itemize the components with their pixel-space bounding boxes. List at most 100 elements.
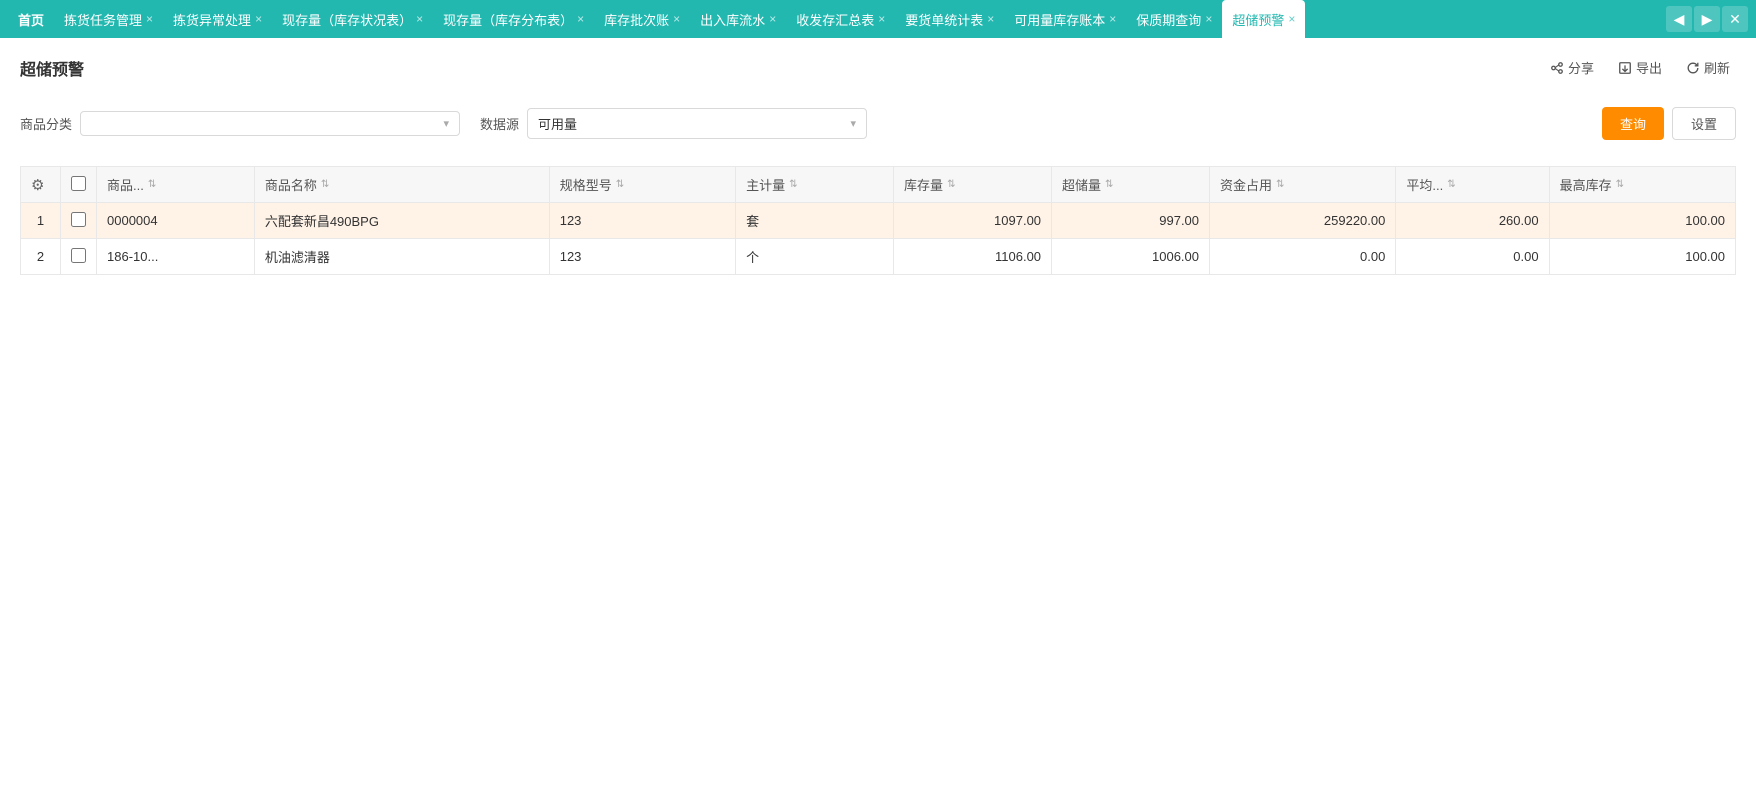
col-sort-overstock-qty[interactable]: 超储量 ⇅	[1062, 175, 1199, 194]
nav-item-available-book[interactable]: 可用量库存账本 ×	[1004, 0, 1126, 38]
row-product-code: 186-10...	[97, 239, 255, 275]
nav-close-recv-send-summary[interactable]: ×	[878, 12, 885, 26]
nav-item-home[interactable]: 首页	[8, 0, 54, 38]
row-overstock-qty: 1006.00	[1052, 239, 1210, 275]
data-source-chevron-icon: ▾	[851, 117, 857, 130]
row-avg-price: 260.00	[1396, 203, 1549, 239]
col-sort-capital-occupied[interactable]: 资金占用 ⇅	[1220, 175, 1385, 194]
nav-close-overstock-alert[interactable]: ×	[1288, 12, 1295, 26]
export-button[interactable]: 导出	[1612, 54, 1668, 81]
sort-icon-capital-occupied: ⇅	[1276, 179, 1284, 190]
col-sort-avg-price[interactable]: 平均... ⇅	[1406, 175, 1538, 194]
row-overstock-qty: 997.00	[1052, 203, 1210, 239]
nav-close-inout-flow[interactable]: ×	[769, 12, 776, 26]
data-source-label: 数据源	[480, 114, 519, 133]
sort-icon-stock-qty: ⇅	[947, 179, 955, 190]
sort-icon-overstock-qty: ⇅	[1105, 179, 1113, 190]
col-header-product-name: 商品名称 ⇅	[254, 167, 549, 203]
nav-prev-button[interactable]: ◀	[1666, 6, 1692, 32]
col-sort-unit[interactable]: 主计量 ⇅	[746, 175, 883, 194]
page-title: 超储预警	[20, 56, 84, 80]
data-source-select[interactable]: 可用量 ▾	[527, 108, 867, 139]
refresh-label: 刷新	[1704, 58, 1730, 77]
nav-expand-button[interactable]: ✕	[1722, 6, 1748, 32]
nav-item-stock-dist[interactable]: 现存量（库存分布表） ×	[433, 0, 594, 38]
row-product-code: 0000004	[97, 203, 255, 239]
filter-bar: 商品分类 ▾ 数据源 可用量 ▾ 查询 设置	[20, 97, 1736, 150]
product-category-select[interactable]: ▾	[80, 111, 460, 136]
refresh-button[interactable]: 刷新	[1680, 54, 1736, 81]
data-source-filter: 数据源 可用量 ▾	[480, 108, 867, 139]
nav-close-batch-account[interactable]: ×	[673, 12, 680, 26]
table-body: 1 0000004 六配套新昌490BPG 123 套 1097.00 997.…	[21, 203, 1736, 275]
nav-close-pick-exception[interactable]: ×	[255, 12, 262, 26]
share-label: 分享	[1568, 58, 1594, 77]
table-header-row: ⚙ 商品... ⇅ 商品名称 ⇅	[21, 167, 1736, 203]
sort-icon-max-stock: ⇅	[1616, 179, 1624, 190]
export-label: 导出	[1636, 58, 1662, 77]
nav-close-stock-dist[interactable]: ×	[577, 12, 584, 26]
table-row: 1 0000004 六配套新昌490BPG 123 套 1097.00 997.…	[21, 203, 1736, 239]
row-stock-qty: 1097.00	[894, 203, 1052, 239]
settings-button[interactable]: 设置	[1672, 107, 1736, 140]
sort-icon-avg-price: ⇅	[1447, 179, 1455, 190]
col-header-stock-qty: 库存量 ⇅	[894, 167, 1052, 203]
nav-close-expiry-query[interactable]: ×	[1205, 12, 1212, 26]
nav-item-pick-exception[interactable]: 拣货异常处理 ×	[163, 0, 272, 38]
col-header-unit: 主计量 ⇅	[736, 167, 894, 203]
nav-item-pick-task[interactable]: 拣货任务管理 ×	[54, 0, 163, 38]
nav-item-stock-status[interactable]: 现存量（库存状况表） ×	[272, 0, 433, 38]
row-num: 2	[21, 239, 61, 275]
data-table: ⚙ 商品... ⇅ 商品名称 ⇅	[20, 166, 1736, 275]
col-header-avg-price: 平均... ⇅	[1396, 167, 1549, 203]
product-category-filter: 商品分类 ▾	[20, 111, 460, 136]
filter-buttons: 查询 设置	[1602, 107, 1736, 140]
row-avg-price: 0.00	[1396, 239, 1549, 275]
select-all-checkbox[interactable]	[71, 176, 86, 191]
sort-icon-product-code: ⇅	[148, 179, 156, 190]
row-stock-qty: 1106.00	[894, 239, 1052, 275]
col-header-product-code: 商品... ⇅	[97, 167, 255, 203]
col-header-checkbox	[61, 167, 97, 203]
row-product-name: 六配套新昌490BPG	[254, 203, 549, 239]
header-actions: 分享 导出 刷新	[1544, 54, 1736, 81]
nav-item-inout-flow[interactable]: 出入库流水 ×	[690, 0, 786, 38]
query-button[interactable]: 查询	[1602, 107, 1664, 140]
table-row: 2 186-10... 机油滤清器 123 个 1106.00 1006.00 …	[21, 239, 1736, 275]
col-header-overstock-qty: 超储量 ⇅	[1052, 167, 1210, 203]
nav-item-overstock-alert[interactable]: 超储预警 ×	[1222, 0, 1305, 38]
col-sort-spec[interactable]: 规格型号 ⇅	[560, 175, 725, 194]
nav-item-recv-send-summary[interactable]: 收发存汇总表 ×	[786, 0, 895, 38]
sort-icon-spec: ⇅	[616, 179, 624, 190]
product-category-chevron-icon: ▾	[443, 117, 449, 130]
top-nav: 首页 拣货任务管理 × 拣货异常处理 × 现存量（库存状况表） × 现存量（库存…	[0, 0, 1756, 38]
nav-close-stock-status[interactable]: ×	[416, 12, 423, 26]
data-source-value: 可用量	[538, 114, 577, 133]
row-capital-occupied: 259220.00	[1210, 203, 1396, 239]
nav-arrows: ◀ ▶ ✕	[1666, 6, 1748, 32]
col-sort-product-code[interactable]: 商品... ⇅	[107, 175, 244, 194]
page-header: 超储预警 分享 导出	[20, 54, 1736, 81]
row-unit: 套	[736, 203, 894, 239]
refresh-icon	[1686, 61, 1700, 75]
table-gear-button[interactable]: ⚙	[31, 176, 44, 194]
nav-item-order-stats[interactable]: 要货单统计表 ×	[895, 0, 1004, 38]
nav-close-available-book[interactable]: ×	[1109, 12, 1116, 26]
nav-item-expiry-query[interactable]: 保质期查询 ×	[1126, 0, 1222, 38]
row-product-name: 机油滤清器	[254, 239, 549, 275]
export-icon	[1618, 61, 1632, 75]
row-checkbox-1[interactable]	[71, 248, 86, 263]
nav-item-batch-account[interactable]: 库存批次账 ×	[594, 0, 690, 38]
row-unit: 个	[736, 239, 894, 275]
row-spec: 123	[549, 203, 735, 239]
nav-close-pick-task[interactable]: ×	[146, 12, 153, 26]
share-button[interactable]: 分享	[1544, 54, 1600, 81]
sort-icon-unit: ⇅	[789, 179, 797, 190]
nav-next-button[interactable]: ▶	[1694, 6, 1720, 32]
col-sort-stock-qty[interactable]: 库存量 ⇅	[904, 175, 1041, 194]
nav-close-order-stats[interactable]: ×	[987, 12, 994, 26]
row-checkbox-0[interactable]	[71, 212, 86, 227]
col-sort-max-stock[interactable]: 最高库存 ⇅	[1560, 175, 1725, 194]
col-sort-product-name[interactable]: 商品名称 ⇅	[265, 175, 539, 194]
col-header-capital-occupied: 资金占用 ⇅	[1210, 167, 1396, 203]
